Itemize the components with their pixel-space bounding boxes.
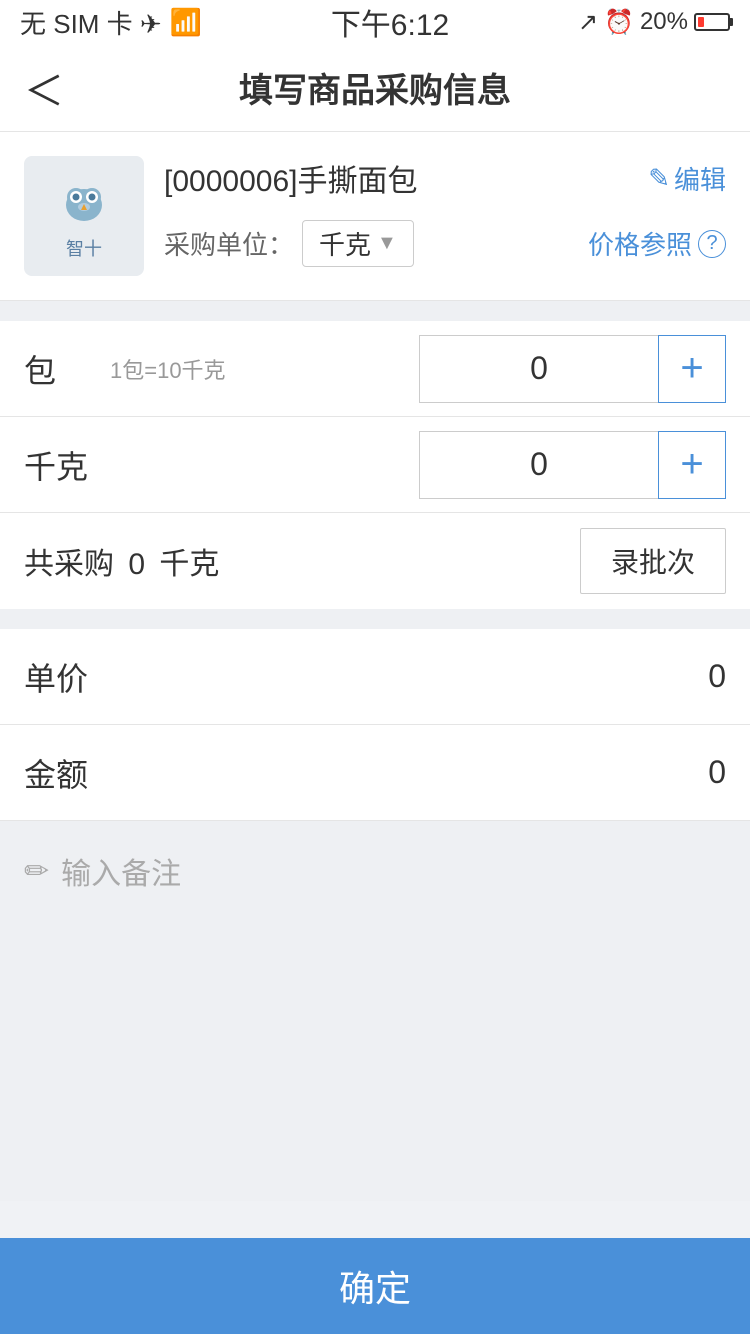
bag-sublabel: 1包=10千克 — [110, 353, 419, 385]
confirm-label: 确定 — [339, 1260, 411, 1312]
unit-price-label: 单价 — [24, 654, 88, 700]
summary-unit: 千克 — [159, 548, 219, 581]
battery-percent: 20% — [640, 8, 688, 36]
edit-label: 编辑 — [674, 160, 726, 197]
bottom-space — [0, 921, 750, 1201]
kg-value: 0 — [530, 446, 548, 483]
product-info: [0000006]手撕面包 ✎ 编辑 采购单位： 千克 ▼ 价格参照 ? — [164, 156, 726, 267]
page-title: 填写商品采购信息 — [239, 63, 511, 112]
status-time: 下午6:12 — [331, 0, 449, 44]
product-image: 智十 — [24, 156, 144, 276]
kg-plus-button[interactable]: + — [658, 431, 726, 499]
alarm-icon: ⏰ — [604, 8, 634, 37]
status-right: ↗ ⏰ 20% — [578, 8, 730, 37]
bag-label: 包 — [24, 346, 104, 392]
edit-button[interactable]: ✎ 编辑 — [648, 160, 726, 197]
battery-fill — [698, 17, 704, 27]
unit-label: 采购单位： — [164, 225, 294, 262]
product-name-row: [0000006]手撕面包 ✎ 编辑 — [164, 156, 726, 200]
price-ref-icon: ? — [698, 230, 726, 258]
location-icon: ↗ — [578, 8, 598, 37]
nav-bar: ＜ 填写商品采购信息 — [0, 44, 750, 132]
dropdown-icon: ▼ — [377, 232, 397, 255]
summary-quantity: 0 — [128, 548, 145, 581]
amount-label: 金额 — [24, 750, 88, 796]
bag-input-field[interactable]: 0 — [419, 335, 659, 403]
unit-select[interactable]: 千克 ▼ — [302, 220, 414, 267]
bag-input-section: 包 1包=10千克 0 + 千克 0 + — [0, 321, 750, 513]
price-ref-label: 价格参照 — [588, 225, 692, 262]
summary-prefix: 共采购 — [24, 548, 114, 581]
note-placeholder: 输入备注 — [61, 849, 181, 893]
amount-row: 金额 0 — [0, 725, 750, 821]
product-card: 智十 [0000006]手撕面包 ✎ 编辑 采购单位： 千克 ▼ 价格参照 ? — [0, 132, 750, 301]
no-sim-label: 无 SIM 卡 ✈ — [20, 4, 162, 41]
logo-text: 智十 — [66, 235, 102, 261]
price-ref-button[interactable]: 价格参照 ? — [588, 225, 726, 262]
unit-value: 千克 — [319, 225, 371, 262]
price-section: 单价 0 金额 0 — [0, 629, 750, 821]
status-bar: 无 SIM 卡 ✈ 📶 下午6:12 ↗ ⏰ 20% — [0, 0, 750, 44]
section-divider-1 — [0, 301, 750, 321]
summary-text: 共采购 0 千克 — [24, 539, 219, 583]
unit-price-row: 单价 0 — [0, 629, 750, 725]
back-button[interactable]: ＜ — [24, 59, 64, 117]
note-section[interactable]: ✏ 输入备注 — [0, 821, 750, 921]
bag-value: 0 — [530, 350, 548, 387]
product-name: [0000006]手撕面包 — [164, 156, 417, 200]
kg-input-field[interactable]: 0 — [419, 431, 659, 499]
kg-label: 千克 — [24, 442, 104, 488]
unit-price-value: 0 — [708, 658, 726, 695]
wifi-icon: 📶 — [170, 7, 202, 38]
unit-row: 采购单位： 千克 ▼ 价格参照 ? — [164, 220, 726, 267]
pencil-icon: ✏ — [24, 854, 49, 889]
record-button[interactable]: 录批次 — [580, 528, 726, 594]
kg-input-row: 千克 0 + — [0, 417, 750, 513]
bag-plus-button[interactable]: + — [658, 335, 726, 403]
confirm-button[interactable]: 确定 — [0, 1238, 750, 1334]
bag-input-row: 包 1包=10千克 0 + — [0, 321, 750, 417]
status-left: 无 SIM 卡 ✈ 📶 — [20, 4, 202, 41]
battery-icon — [694, 13, 730, 31]
edit-icon: ✎ — [648, 163, 670, 194]
summary-row: 共采购 0 千克 录批次 — [0, 513, 750, 609]
amount-value: 0 — [708, 754, 726, 791]
section-divider-2 — [0, 609, 750, 629]
